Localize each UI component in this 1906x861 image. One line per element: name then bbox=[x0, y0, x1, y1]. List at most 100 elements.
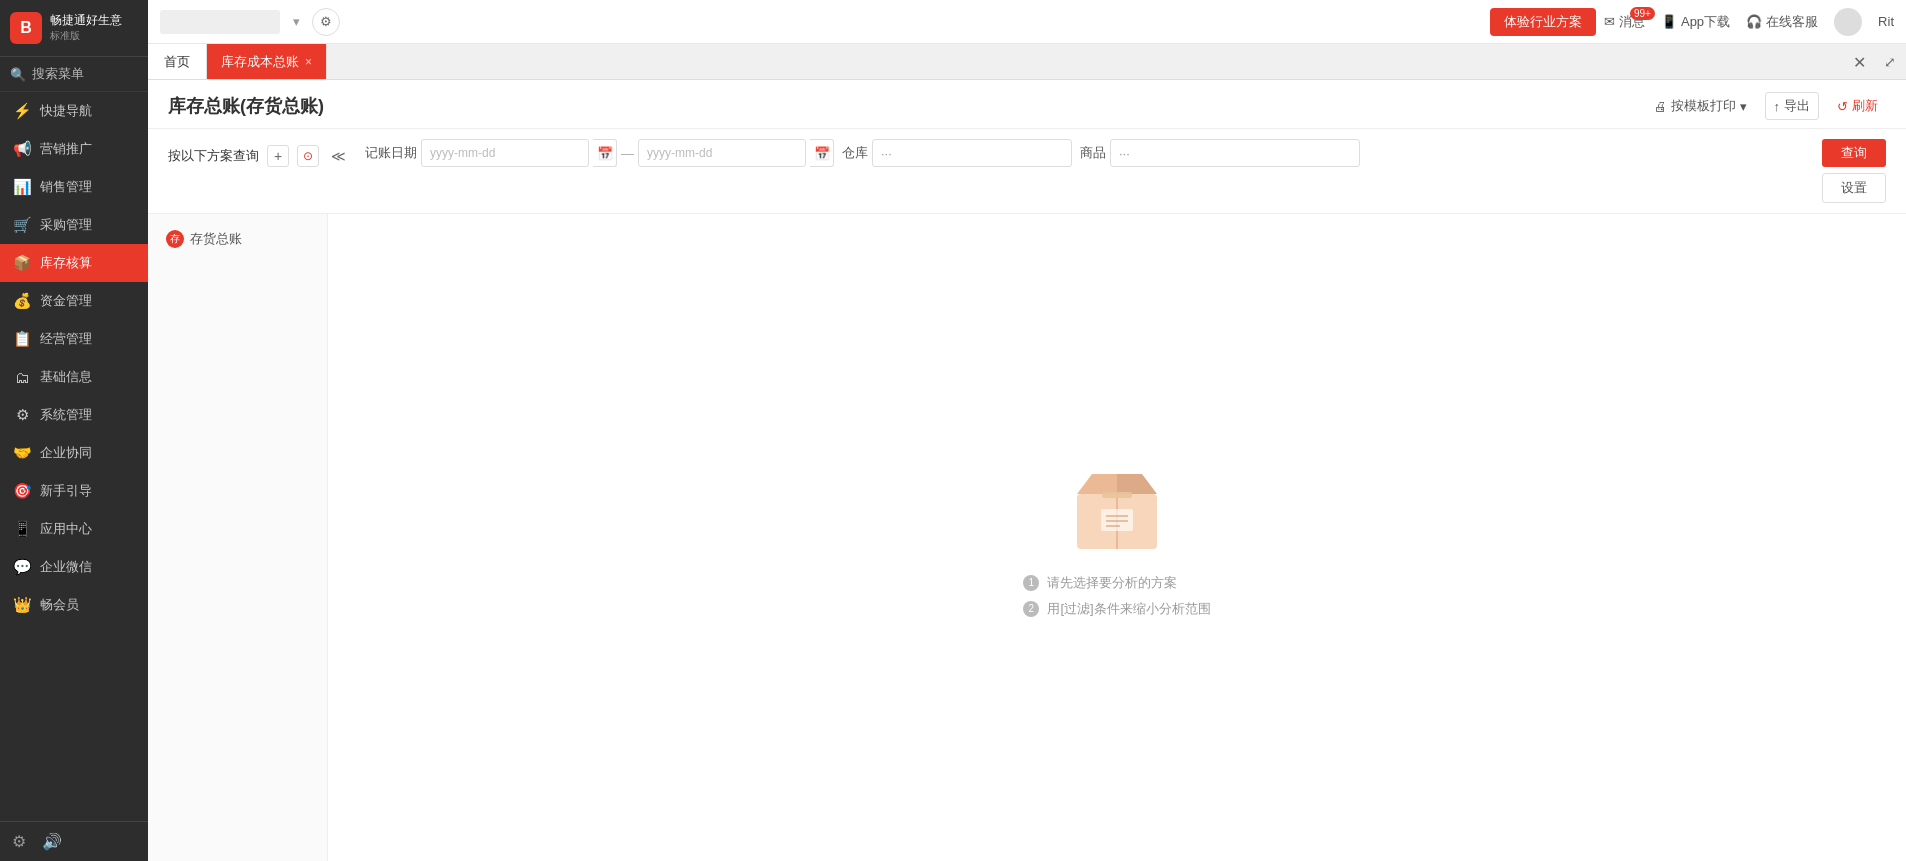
headset-icon: 🎧 bbox=[1746, 14, 1762, 29]
sidebar-item-funds[interactable]: 💰 资金管理 bbox=[0, 282, 148, 320]
date-end-input[interactable] bbox=[638, 139, 806, 167]
messages-button[interactable]: ✉ 消息 99+ bbox=[1604, 13, 1645, 31]
date-start-input[interactable] bbox=[421, 139, 589, 167]
topbar-nav: ▾ ⚙ bbox=[160, 8, 1482, 36]
page-title: 库存总账(存货总账) bbox=[168, 94, 324, 118]
mute-bottom-icon[interactable]: 🔊 bbox=[42, 832, 62, 851]
filter-fields: 记账日期 📅 — 📅 仓库 ··· 商品 bbox=[349, 139, 1812, 167]
warehouse-select-button[interactable]: ··· bbox=[872, 139, 1072, 167]
sidebar-item-marketing[interactable]: 📢 营销推广 bbox=[0, 130, 148, 168]
tabbar-expand-icon[interactable]: ⤢ bbox=[1884, 54, 1896, 70]
product-more-icon: ··· bbox=[1119, 146, 1130, 161]
warehouse-filter-field: 仓库 ··· bbox=[842, 139, 1072, 167]
user-name: Rit bbox=[1878, 14, 1894, 29]
scheme-item-icon: 存 bbox=[166, 230, 184, 248]
funds-icon: 💰 bbox=[12, 292, 32, 310]
scheme-item-inventory-ledger[interactable]: 存 存货总账 bbox=[158, 224, 317, 254]
sidebar-bottom: ⚙ 🔊 bbox=[0, 821, 148, 861]
scheme-item-label: 存货总账 bbox=[190, 230, 242, 248]
sidebar-item-label: 畅会员 bbox=[40, 596, 79, 614]
date-start-calendar-button[interactable]: 📅 bbox=[593, 139, 617, 167]
product-field-label: 商品 bbox=[1080, 144, 1106, 162]
sidebar-item-label: 营销推广 bbox=[40, 140, 92, 158]
scheme-sidebar: 存 存货总账 bbox=[148, 214, 328, 861]
filter-settings-button[interactable]: 设置 bbox=[1822, 173, 1886, 203]
refresh-label: 刷新 bbox=[1852, 97, 1878, 115]
online-service-button[interactable]: 🎧 在线客服 bbox=[1746, 13, 1818, 31]
filter-add-button[interactable]: + bbox=[267, 145, 289, 167]
tab-close-button[interactable]: × bbox=[305, 55, 312, 69]
sidebar-item-cooperation[interactable]: 🤝 企业协同 bbox=[0, 434, 148, 472]
basics-icon: 🗂 bbox=[12, 369, 32, 386]
settings-bottom-icon[interactable]: ⚙ bbox=[12, 832, 26, 851]
filter-collapse-button[interactable]: ≪ bbox=[327, 145, 349, 167]
hint-text-1: 请先选择要分析的方案 bbox=[1047, 570, 1177, 596]
hint-num-1: 1 bbox=[1023, 575, 1039, 591]
hint-item-1: 1 请先选择要分析的方案 bbox=[1023, 570, 1210, 596]
sales-icon: 📊 bbox=[12, 178, 32, 196]
sidebar-item-label: 销售管理 bbox=[40, 178, 92, 196]
sidebar-item-quick-nav[interactable]: ⚡ 快捷导航 bbox=[0, 92, 148, 130]
empty-illustration bbox=[1057, 454, 1177, 554]
phone-icon: 📱 bbox=[1661, 14, 1677, 29]
sidebar-item-apps[interactable]: 📱 应用中心 bbox=[0, 510, 148, 548]
date-filter-field: 记账日期 📅 — 📅 bbox=[365, 139, 834, 167]
warehouse-field-label: 仓库 bbox=[842, 144, 868, 162]
svg-rect-3 bbox=[1101, 509, 1133, 531]
sidebar-item-sales[interactable]: 📊 销售管理 bbox=[0, 168, 148, 206]
sidebar-item-label: 采购管理 bbox=[40, 216, 92, 234]
date-field-label: 记账日期 bbox=[365, 144, 417, 162]
tabbar: 首页 库存成本总账 × ✕ ⤢ bbox=[148, 44, 1906, 80]
filter-area: 按以下方案查询 + ⊙ ≪ 记账日期 📅 — 📅 仓库 bbox=[148, 129, 1906, 214]
sidebar-item-inventory[interactable]: 📦 库存核算 bbox=[0, 244, 148, 282]
tab-inventory-ledger[interactable]: 库存成本总账 × bbox=[207, 44, 327, 79]
export-icon: ↑ bbox=[1774, 99, 1781, 114]
topbar-settings-button[interactable]: ⚙ bbox=[312, 8, 340, 36]
sidebar-item-wechat[interactable]: 💬 企业微信 bbox=[0, 548, 148, 586]
topbar-right: ✉ 消息 99+ 📱 App下载 🎧 在线客服 Rit bbox=[1604, 8, 1894, 36]
sidebar-item-purchase[interactable]: 🛒 采购管理 bbox=[0, 206, 148, 244]
sidebar-item-label: 资金管理 bbox=[40, 292, 92, 310]
tabbar-close-icon[interactable]: ✕ bbox=[1853, 52, 1866, 71]
tab-home[interactable]: 首页 bbox=[148, 44, 207, 79]
empty-hints: 1 请先选择要分析的方案 2 用[过滤]条件来缩小分析范围 bbox=[1023, 570, 1210, 622]
promo-button[interactable]: 体验行业方案 bbox=[1490, 8, 1596, 36]
sidebar-item-label: 基础信息 bbox=[40, 368, 92, 386]
filter-label: 按以下方案查询 bbox=[168, 147, 259, 165]
sidebar-item-newbie[interactable]: 🎯 新手引导 bbox=[0, 472, 148, 510]
sidebar-item-system[interactable]: ⚙ 系统管理 bbox=[0, 396, 148, 434]
empty-state: 1 请先选择要分析的方案 2 用[过滤]条件来缩小分析范围 bbox=[1023, 454, 1210, 622]
product-select-button[interactable]: ··· bbox=[1110, 139, 1360, 167]
logo-icon: B bbox=[10, 12, 42, 44]
app-download-button[interactable]: 📱 App下载 bbox=[1661, 13, 1730, 31]
refresh-button[interactable]: ↺ 刷新 bbox=[1829, 93, 1886, 119]
message-icon: ✉ bbox=[1604, 14, 1615, 29]
user-avatar[interactable] bbox=[1834, 8, 1862, 36]
online-service-label: 在线客服 bbox=[1766, 13, 1818, 31]
date-end-calendar-button[interactable]: 📅 bbox=[810, 139, 834, 167]
sidebar-item-label: 经营管理 bbox=[40, 330, 92, 348]
sidebar-item-member[interactable]: 👑 畅会员 bbox=[0, 586, 148, 624]
export-button[interactable]: ↑ 导出 bbox=[1765, 92, 1820, 120]
tab-active-label: 库存成本总账 bbox=[221, 53, 299, 71]
query-button[interactable]: 查询 bbox=[1822, 139, 1886, 167]
product-filter-field: 商品 ··· bbox=[1080, 139, 1360, 167]
print-icon: 🖨 bbox=[1654, 99, 1667, 114]
sidebar-item-operation[interactable]: 📋 经营管理 bbox=[0, 320, 148, 358]
marketing-icon: 📢 bbox=[12, 140, 32, 158]
filter-label-row: 按以下方案查询 + ⊙ ≪ bbox=[168, 139, 349, 167]
nav-dropdown-button[interactable]: ▾ bbox=[284, 10, 308, 34]
print-button[interactable]: 🖨 按模板打印 ▾ bbox=[1646, 93, 1755, 119]
hint-num-2: 2 bbox=[1023, 601, 1039, 617]
operation-icon: 📋 bbox=[12, 330, 32, 348]
sidebar-item-label: 应用中心 bbox=[40, 520, 92, 538]
wechat-icon: 💬 bbox=[12, 558, 32, 576]
system-icon: ⚙ bbox=[12, 406, 32, 424]
sidebar-item-basics[interactable]: 🗂 基础信息 bbox=[0, 358, 148, 396]
export-label: 导出 bbox=[1784, 97, 1810, 115]
search-icon: 🔍 bbox=[10, 67, 26, 82]
search-menu-item[interactable]: 🔍 搜索菜单 bbox=[0, 57, 148, 92]
messages-badge: 99+ bbox=[1630, 7, 1655, 20]
filter-scheme-button[interactable]: ⊙ bbox=[297, 145, 319, 167]
content-main: 1 请先选择要分析的方案 2 用[过滤]条件来缩小分析范围 bbox=[328, 214, 1906, 861]
